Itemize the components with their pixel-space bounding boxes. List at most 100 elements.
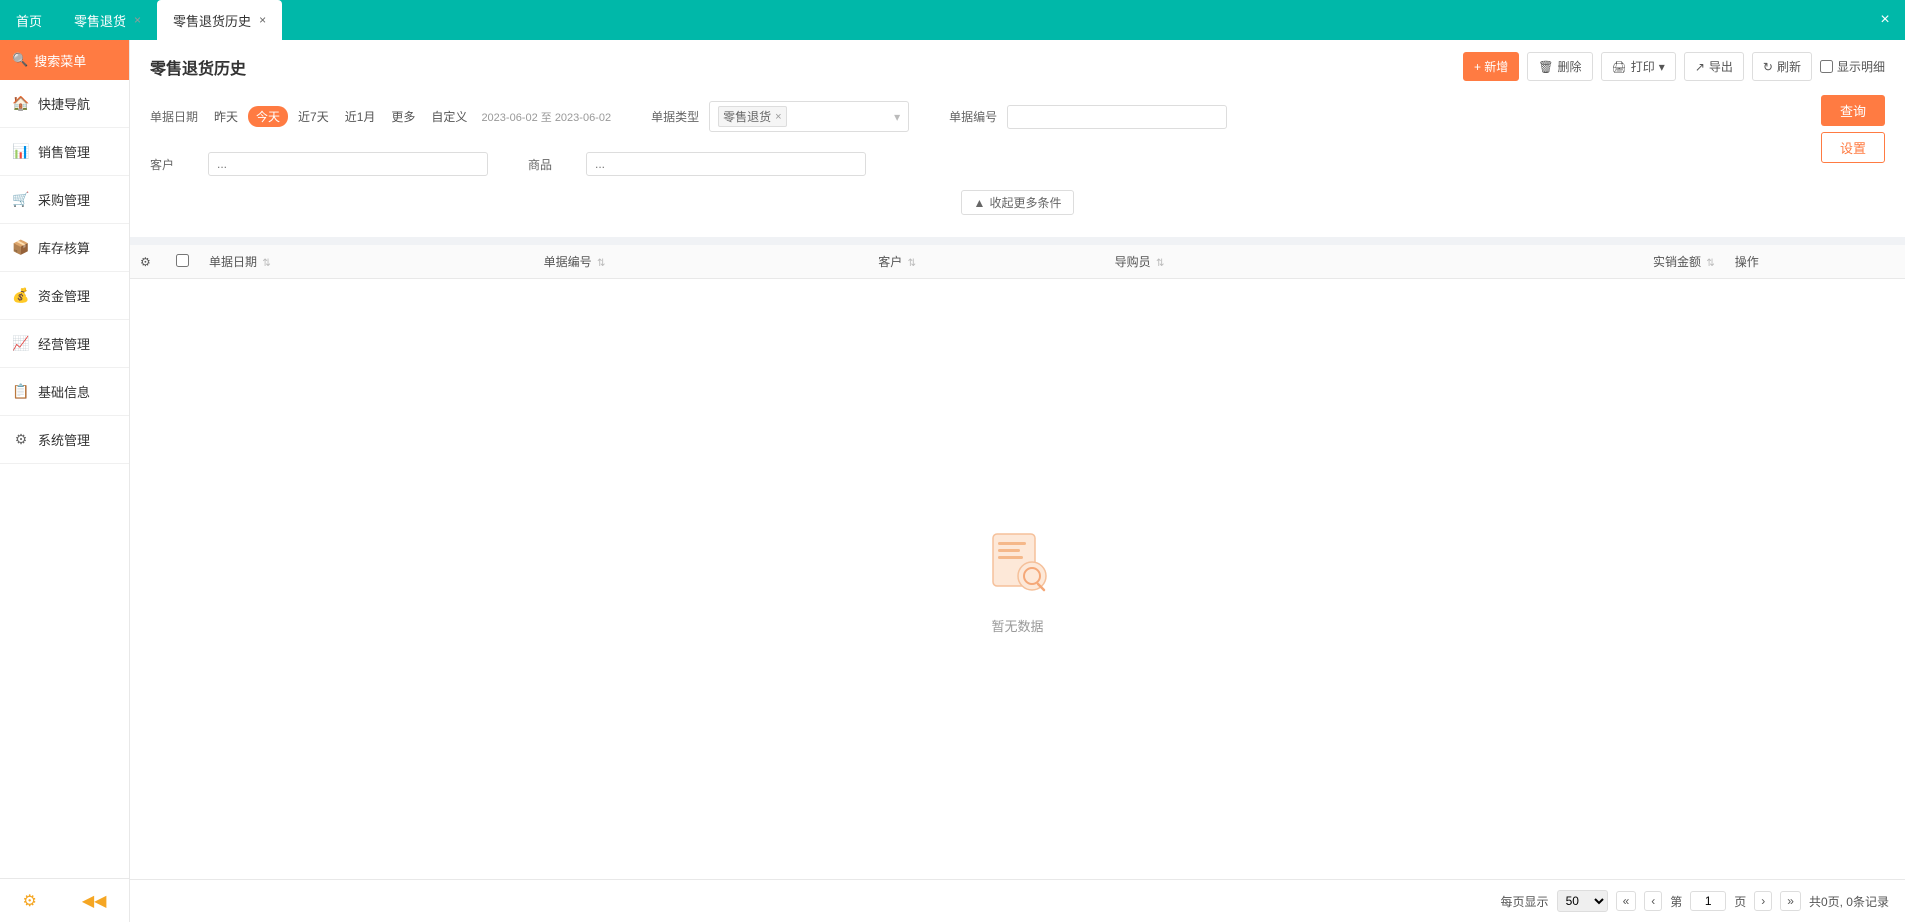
collapse-icon: ▲	[974, 196, 986, 210]
type-tag-close[interactable]: ×	[775, 111, 781, 123]
delete-icon: 🗑	[1538, 60, 1553, 74]
gear-icon[interactable]: ⚙	[140, 255, 151, 269]
new-button[interactable]: + 新增	[1463, 52, 1519, 81]
date-label: 单据日期	[150, 108, 200, 125]
total-label: 共0页, 0条记录	[1809, 893, 1889, 910]
nav-icon-base-info: 📋	[12, 383, 30, 401]
tab-retail-return-history[interactable]: 零售退货历史×	[157, 0, 282, 40]
refresh-button[interactable]: ↻ 刷新	[1752, 52, 1812, 81]
empty-text: 暂无数据	[991, 616, 1043, 635]
toolbar-buttons: + 新增 🗑 删除 🖨 打印 ▾ ↗ 导出 ↻	[1463, 52, 1885, 81]
nav-icon-finance: 💰	[12, 287, 30, 305]
tab-retail-return[interactable]: 零售退货×	[58, 0, 157, 40]
search-icon: 🔍	[12, 52, 28, 68]
th-amount: 实销金额 ⇅	[1390, 245, 1725, 279]
tab-list: 首页零售退货×零售退货历史×	[0, 0, 1865, 40]
export-button[interactable]: ↗ 导出	[1684, 52, 1744, 81]
filter-collapse-area: ▲ 收起更多条件	[150, 184, 1885, 225]
sort-guide-icon[interactable]: ⇅	[1156, 258, 1164, 269]
sort-amount-icon[interactable]: ⇅	[1706, 258, 1714, 269]
date-option-today[interactable]: 今天	[248, 106, 288, 127]
settings-button[interactable]: 设置	[1821, 132, 1885, 163]
nav-label-operation: 经营管理	[38, 334, 90, 353]
tab-close-retail-return-history[interactable]: ×	[259, 13, 266, 27]
print-button[interactable]: 🖨 打印 ▾	[1601, 52, 1676, 81]
nav-icon-inventory: 📦	[12, 239, 30, 257]
th-date: 单据日期 ⇅	[199, 245, 534, 279]
page-title-row: 零售退货历史 + 新增 🗑 删除 🖨 打印 ▾ ↗ 导出	[150, 52, 1885, 81]
select-all-checkbox[interactable]	[176, 254, 189, 267]
data-table: ⚙ 单据日期 ⇅ 单据编号 ⇅	[130, 245, 1905, 279]
filter-row-2: 客户 商品	[150, 144, 1809, 184]
per-page-select[interactable]: 50 10 20 100	[1557, 890, 1608, 912]
tab-close-retail-return[interactable]: ×	[134, 13, 141, 27]
nav-label-finance: 资金管理	[38, 286, 90, 305]
sidebar-item-sales[interactable]: 📊 销售管理	[0, 128, 129, 176]
next-page-button[interactable]: ›	[1754, 891, 1772, 911]
sidebar-item-system[interactable]: ⚙系统管理	[0, 416, 129, 464]
goods-input[interactable]	[586, 152, 866, 176]
date-option-last-month[interactable]: 近1月	[339, 106, 382, 127]
type-select[interactable]: 零售退货 × ▾	[709, 101, 909, 132]
export-icon: ↗	[1695, 60, 1705, 74]
content-area: 零售退货历史 + 新增 🗑 删除 🖨 打印 ▾ ↗ 导出	[130, 40, 1905, 922]
sidebar-search[interactable]: 🔍 搜索菜单	[0, 40, 129, 80]
first-page-button[interactable]: «	[1616, 891, 1637, 911]
page-input[interactable]	[1690, 891, 1726, 911]
action-buttons: 查询 设置	[1821, 93, 1885, 163]
nav-label-system: 系统管理	[38, 430, 90, 449]
nav-label-inventory: 库存核算	[38, 238, 90, 257]
date-option-custom[interactable]: 自定义	[425, 106, 473, 127]
prev-page-button[interactable]: ‹	[1644, 891, 1662, 911]
th-guide: 导购员 ⇅	[1105, 245, 1391, 279]
sort-date-icon[interactable]: ⇅	[262, 258, 270, 269]
top-bar: 首页零售退货×零售退货历史× ×	[0, 0, 1905, 40]
display-toggle-checkbox[interactable]	[1820, 60, 1833, 73]
nav-icon-purchase: 🛒	[12, 191, 30, 209]
sidebar-item-inventory[interactable]: 📦 库存核算	[0, 224, 129, 272]
sidebar-item-quick-nav[interactable]: 🏠快捷导航	[0, 80, 129, 128]
goods-filter: 商品	[528, 152, 866, 176]
date-option-more[interactable]: 更多	[385, 106, 421, 127]
sidebar-bottom: ⚙ ◀◀	[0, 878, 129, 922]
sort-number-icon[interactable]: ⇅	[597, 258, 605, 269]
number-input[interactable]	[1007, 105, 1227, 129]
date-option-yesterday[interactable]: 昨天	[208, 106, 244, 127]
table-area: ⚙ 单据日期 ⇅ 单据编号 ⇅	[130, 245, 1905, 922]
number-filter: 单据编号	[949, 105, 1227, 129]
type-label: 单据类型	[651, 108, 701, 125]
number-label: 单据编号	[949, 108, 999, 125]
sort-customer-icon[interactable]: ⇅	[908, 258, 916, 269]
window-close-button[interactable]: ×	[1865, 0, 1905, 40]
table-header-row: ⚙ 单据日期 ⇅ 单据编号 ⇅	[130, 245, 1905, 279]
nav-icon-operation: 📈	[12, 335, 30, 353]
collapse-button[interactable]: ▲ 收起更多条件	[961, 190, 1075, 215]
sidebar-item-finance[interactable]: 💰 资金管理	[0, 272, 129, 320]
page-label: 第	[1670, 893, 1682, 910]
delete-button[interactable]: 🗑 删除	[1527, 52, 1592, 81]
date-range: 2023-06-02 至 2023-06-02	[481, 109, 611, 125]
page-suffix: 页	[1734, 893, 1746, 910]
empty-icon	[978, 524, 1058, 604]
tab-home[interactable]: 首页	[0, 0, 58, 40]
nav-icon-sales: 📊	[12, 143, 30, 161]
th-action: 操作	[1725, 245, 1905, 279]
per-page-label: 每页显示	[1501, 893, 1549, 910]
type-filter: 单据类型 零售退货 × ▾	[651, 101, 909, 132]
sidebar-item-purchase[interactable]: 🛒采购管理	[0, 176, 129, 224]
sidebar-item-operation[interactable]: 📈 经营管理	[0, 320, 129, 368]
query-button[interactable]: 查询	[1821, 95, 1885, 126]
last-page-button[interactable]: »	[1780, 891, 1801, 911]
nav-label-sales: 销售管理	[38, 142, 90, 161]
sidebar-search-label: 搜索菜单	[34, 51, 86, 70]
type-chevron-icon: ▾	[894, 110, 900, 124]
date-option-last7[interactable]: 近7天	[292, 106, 335, 127]
sidebar-nav: 🏠快捷导航 📊 销售管理 🛒采购管理 📦 库存核算 💰 资金管理 📈 经营管理 📋基础信息⚙系统管理	[0, 80, 129, 878]
empty-state: 暂无数据	[130, 279, 1905, 879]
sidebar-settings-icon[interactable]: ⚙	[23, 891, 37, 911]
customer-input[interactable]	[208, 152, 488, 176]
th-gear: ⚙	[130, 245, 166, 279]
sidebar-volume-icon[interactable]: ◀◀	[82, 891, 107, 911]
display-toggle: 显示明细	[1820, 58, 1885, 75]
sidebar-item-base-info[interactable]: 📋基础信息	[0, 368, 129, 416]
